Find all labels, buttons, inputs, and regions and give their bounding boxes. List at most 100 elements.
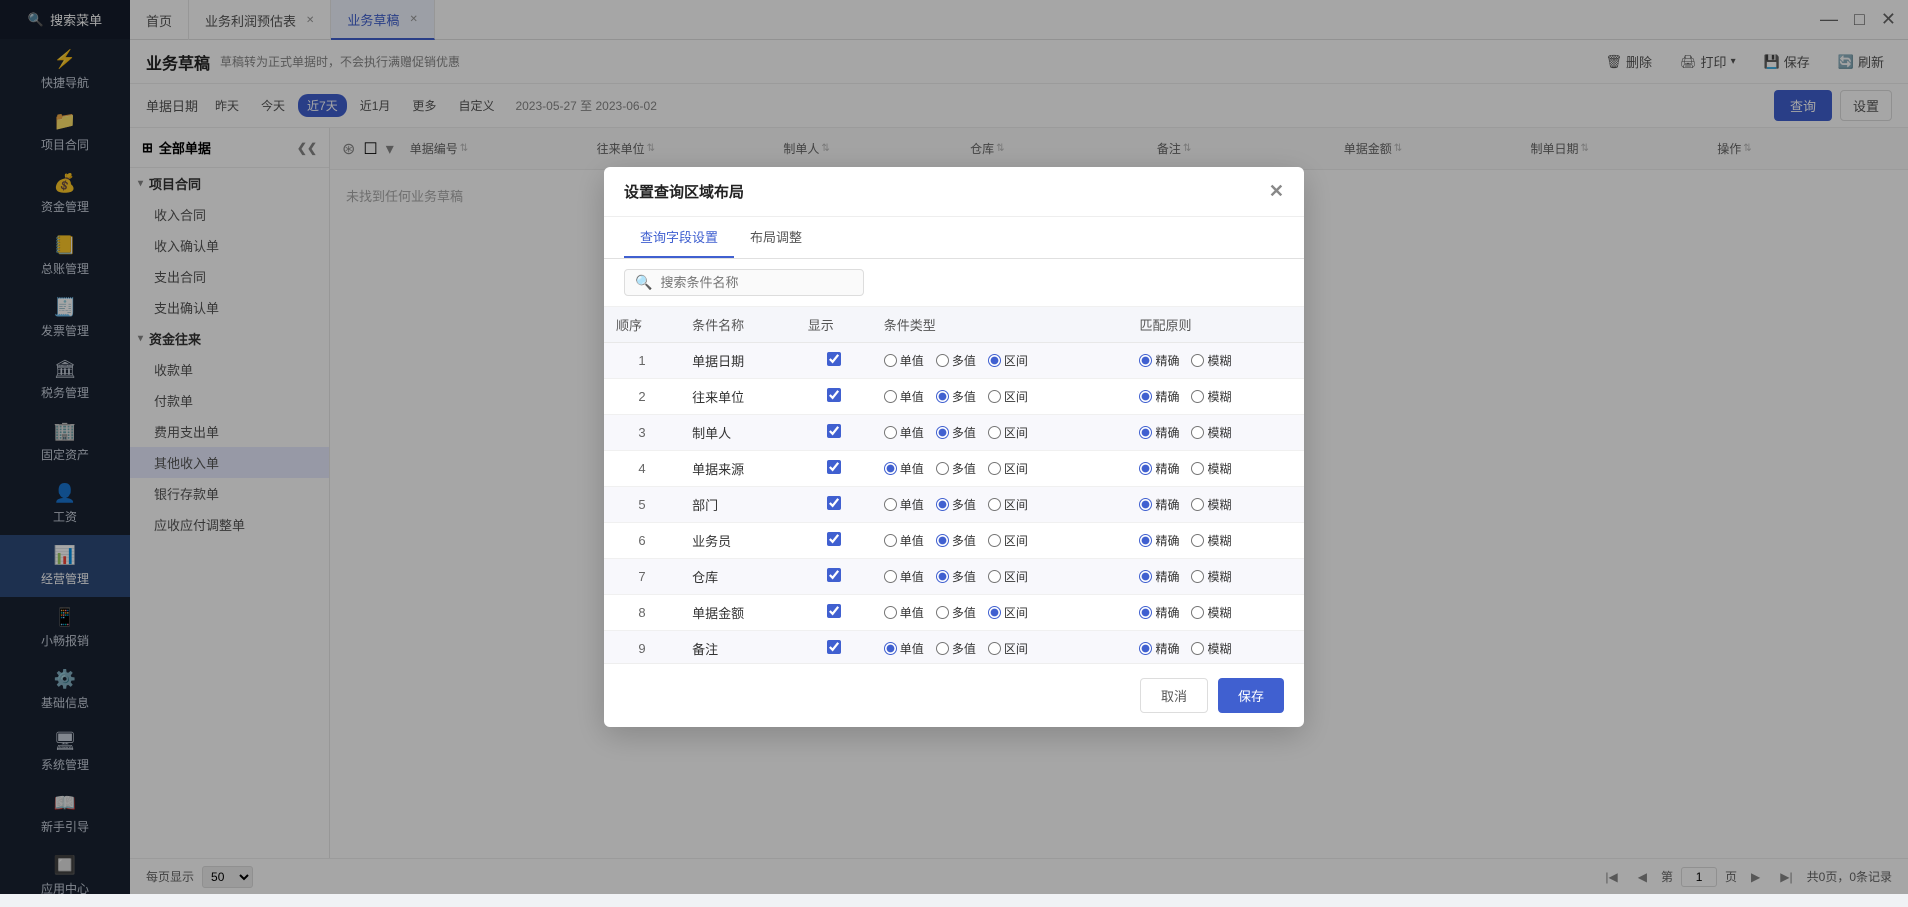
condition-radio-1-2[interactable] (936, 426, 949, 439)
condition-radio-1-1[interactable] (936, 390, 949, 403)
condition-radio-1-7[interactable] (936, 606, 949, 619)
condition-radio-0-5[interactable] (884, 534, 897, 547)
condition-opt-区间-0[interactable]: 区间 (988, 352, 1028, 369)
condition-radio-0-2[interactable] (884, 426, 897, 439)
condition-radio-1-0[interactable] (936, 354, 949, 367)
condition-opt-区间-1[interactable]: 区间 (988, 388, 1028, 405)
match-radio-1-8[interactable] (1191, 642, 1204, 655)
cancel-button[interactable]: 取消 (1140, 678, 1208, 713)
match-opt-模糊-1[interactable]: 模糊 (1191, 388, 1231, 405)
condition-radio-0-7[interactable] (884, 606, 897, 619)
condition-radio-0-3[interactable] (884, 462, 897, 475)
condition-opt-多值-6[interactable]: 多值 (936, 568, 976, 585)
condition-radio-1-8[interactable] (936, 642, 949, 655)
save-button[interactable]: 保存 (1218, 678, 1284, 713)
match-radio-0-8[interactable] (1139, 642, 1152, 655)
match-radio-0-2[interactable] (1139, 426, 1152, 439)
show-checkbox-4[interactable] (827, 496, 841, 510)
match-radio-0-6[interactable] (1139, 570, 1152, 583)
match-opt-精确-3[interactable]: 精确 (1139, 460, 1179, 477)
match-radio-1-1[interactable] (1191, 390, 1204, 403)
condition-radio-0-8[interactable] (884, 642, 897, 655)
condition-radio-0-6[interactable] (884, 570, 897, 583)
match-radio-1-0[interactable] (1191, 354, 1204, 367)
search-input[interactable] (660, 275, 853, 290)
dialog-tab-field_settings[interactable]: 查询字段设置 (624, 217, 734, 258)
match-opt-模糊-0[interactable]: 模糊 (1191, 352, 1231, 369)
condition-opt-单值-3[interactable]: 单值 (884, 460, 924, 477)
condition-opt-多值-7[interactable]: 多值 (936, 604, 976, 621)
match-radio-0-3[interactable] (1139, 462, 1152, 475)
match-radio-1-6[interactable] (1191, 570, 1204, 583)
condition-radio-2-5[interactable] (988, 534, 1001, 547)
match-opt-精确-0[interactable]: 精确 (1139, 352, 1179, 369)
dialog-close-button[interactable]: ✕ (1269, 181, 1284, 202)
condition-opt-多值-3[interactable]: 多值 (936, 460, 976, 477)
condition-opt-单值-6[interactable]: 单值 (884, 568, 924, 585)
match-opt-模糊-4[interactable]: 模糊 (1191, 496, 1231, 513)
condition-radio-2-3[interactable] (988, 462, 1001, 475)
condition-radio-2-4[interactable] (988, 498, 1001, 511)
condition-opt-多值-2[interactable]: 多值 (936, 424, 976, 441)
condition-radio-2-7[interactable] (988, 606, 1001, 619)
match-opt-精确-6[interactable]: 精确 (1139, 568, 1179, 585)
match-opt-精确-4[interactable]: 精确 (1139, 496, 1179, 513)
condition-radio-0-4[interactable] (884, 498, 897, 511)
match-opt-精确-5[interactable]: 精确 (1139, 532, 1179, 549)
match-radio-1-2[interactable] (1191, 426, 1204, 439)
match-radio-1-4[interactable] (1191, 498, 1204, 511)
condition-radio-2-6[interactable] (988, 570, 1001, 583)
match-radio-1-7[interactable] (1191, 606, 1204, 619)
condition-opt-区间-7[interactable]: 区间 (988, 604, 1028, 621)
show-checkbox-2[interactable] (827, 424, 841, 438)
condition-radio-0-1[interactable] (884, 390, 897, 403)
condition-radio-1-6[interactable] (936, 570, 949, 583)
condition-radio-1-3[interactable] (936, 462, 949, 475)
dialog-tab-layout_adjust[interactable]: 布局调整 (734, 217, 818, 258)
show-checkbox-3[interactable] (827, 460, 841, 474)
condition-opt-区间-2[interactable]: 区间 (988, 424, 1028, 441)
condition-opt-单值-1[interactable]: 单值 (884, 388, 924, 405)
condition-radio-2-2[interactable] (988, 426, 1001, 439)
show-checkbox-8[interactable] (827, 640, 841, 654)
condition-opt-区间-4[interactable]: 区间 (988, 496, 1028, 513)
condition-opt-区间-3[interactable]: 区间 (988, 460, 1028, 477)
match-radio-0-0[interactable] (1139, 354, 1152, 367)
show-checkbox-6[interactable] (827, 568, 841, 582)
match-opt-精确-8[interactable]: 精确 (1139, 640, 1179, 657)
condition-opt-单值-5[interactable]: 单值 (884, 532, 924, 549)
condition-opt-区间-5[interactable]: 区间 (988, 532, 1028, 549)
condition-opt-多值-5[interactable]: 多值 (936, 532, 976, 549)
match-radio-0-1[interactable] (1139, 390, 1152, 403)
condition-opt-单值-7[interactable]: 单值 (884, 604, 924, 621)
condition-opt-单值-0[interactable]: 单值 (884, 352, 924, 369)
show-checkbox-5[interactable] (827, 532, 841, 546)
condition-opt-多值-0[interactable]: 多值 (936, 352, 976, 369)
match-opt-精确-2[interactable]: 精确 (1139, 424, 1179, 441)
condition-radio-2-1[interactable] (988, 390, 1001, 403)
condition-opt-区间-8[interactable]: 区间 (988, 640, 1028, 657)
condition-opt-多值-4[interactable]: 多值 (936, 496, 976, 513)
match-opt-精确-7[interactable]: 精确 (1139, 604, 1179, 621)
match-opt-模糊-5[interactable]: 模糊 (1191, 532, 1231, 549)
condition-radio-2-0[interactable] (988, 354, 1001, 367)
condition-radio-1-5[interactable] (936, 534, 949, 547)
match-radio-1-3[interactable] (1191, 462, 1204, 475)
show-checkbox-7[interactable] (827, 604, 841, 618)
condition-opt-单值-4[interactable]: 单值 (884, 496, 924, 513)
condition-opt-区间-6[interactable]: 区间 (988, 568, 1028, 585)
condition-opt-多值-1[interactable]: 多值 (936, 388, 976, 405)
match-opt-模糊-2[interactable]: 模糊 (1191, 424, 1231, 441)
condition-radio-1-4[interactable] (936, 498, 949, 511)
match-radio-0-5[interactable] (1139, 534, 1152, 547)
condition-opt-单值-8[interactable]: 单值 (884, 640, 924, 657)
condition-radio-2-8[interactable] (988, 642, 1001, 655)
match-opt-模糊-7[interactable]: 模糊 (1191, 604, 1231, 621)
match-opt-模糊-6[interactable]: 模糊 (1191, 568, 1231, 585)
match-radio-1-5[interactable] (1191, 534, 1204, 547)
match-opt-模糊-8[interactable]: 模糊 (1191, 640, 1231, 657)
show-checkbox-1[interactable] (827, 388, 841, 402)
match-radio-0-4[interactable] (1139, 498, 1152, 511)
match-opt-精确-1[interactable]: 精确 (1139, 388, 1179, 405)
condition-opt-单值-2[interactable]: 单值 (884, 424, 924, 441)
